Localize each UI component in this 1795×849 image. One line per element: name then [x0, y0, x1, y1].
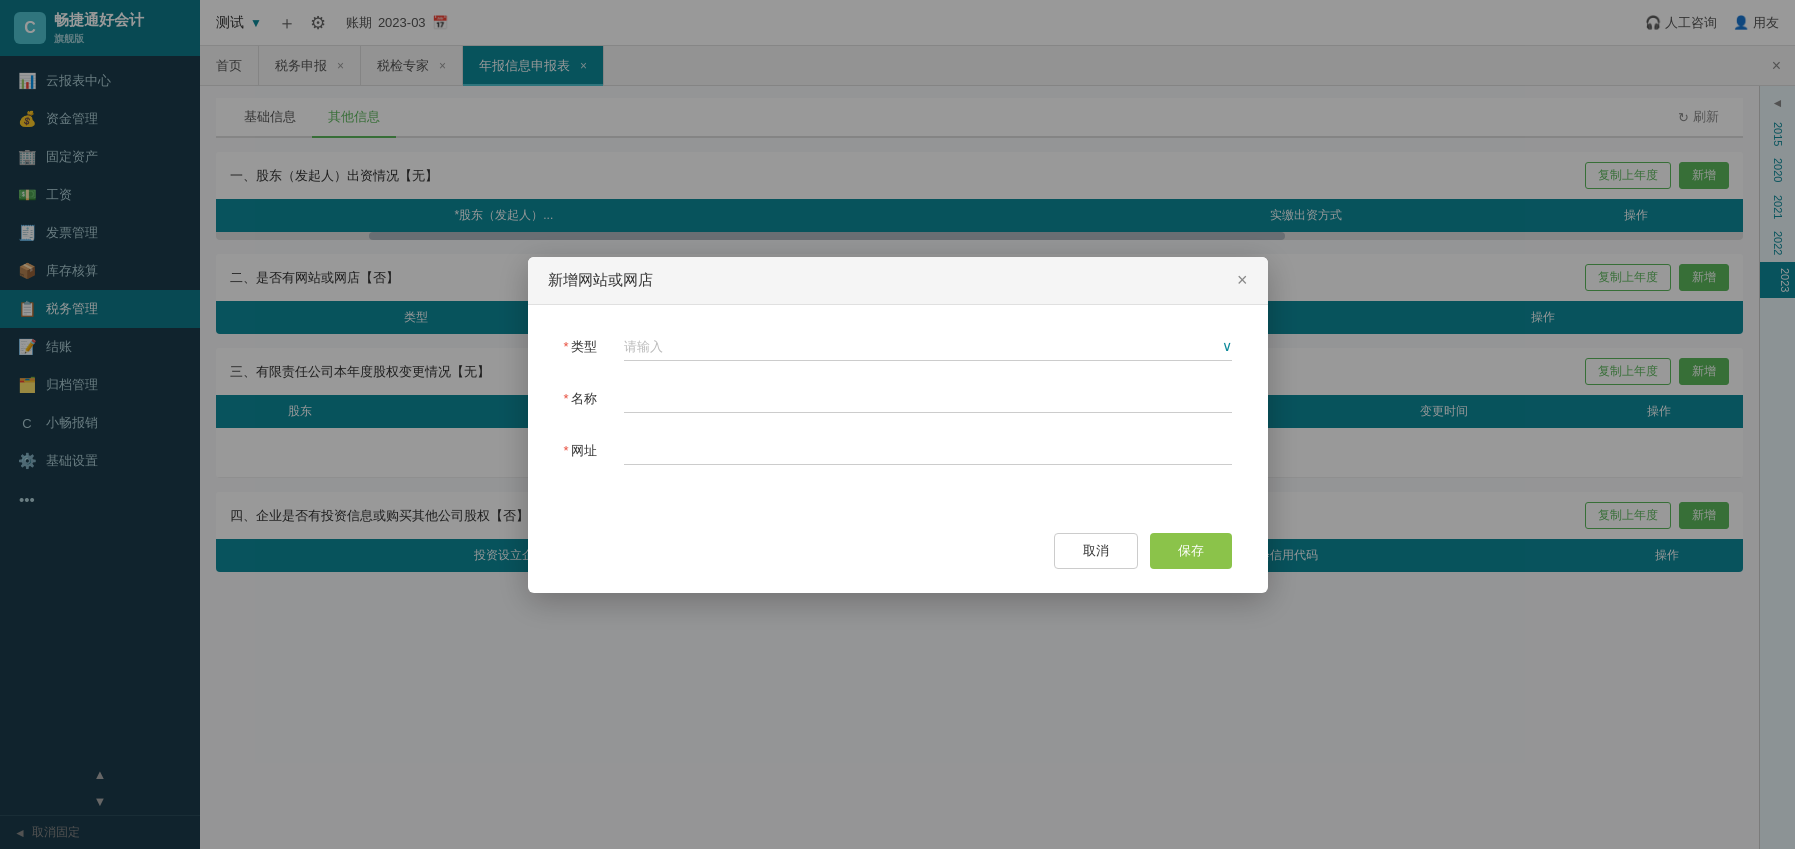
- url-input[interactable]: [624, 437, 1232, 464]
- dialog-footer: 取消 保存: [528, 517, 1268, 593]
- type-input-wrap: ∨: [624, 333, 1232, 361]
- dialog-overlay: 新增网站或网店 × *类型 ∨ *名称: [0, 0, 1795, 849]
- dialog-header: 新增网站或网店 ×: [528, 257, 1268, 305]
- name-label-text: 名称: [571, 391, 597, 406]
- name-input-wrap: [624, 385, 1232, 413]
- type-input[interactable]: [624, 333, 1232, 360]
- form-field-name: *名称: [564, 385, 1232, 413]
- form-field-type: *类型 ∨: [564, 333, 1232, 361]
- save-button[interactable]: 保存: [1150, 533, 1232, 569]
- dialog-close-btn[interactable]: ×: [1237, 271, 1248, 289]
- name-input[interactable]: [624, 385, 1232, 412]
- form-label-url: *网址: [564, 442, 624, 460]
- cancel-button[interactable]: 取消: [1054, 533, 1138, 569]
- url-input-wrap: [624, 437, 1232, 465]
- dialog-add-website: 新增网站或网店 × *类型 ∨ *名称: [528, 257, 1268, 593]
- url-label-text: 网址: [571, 443, 597, 458]
- form-field-url: *网址: [564, 437, 1232, 465]
- form-label-type: *类型: [564, 338, 624, 356]
- dialog-title: 新增网站或网店: [548, 271, 653, 290]
- dialog-body: *类型 ∨ *名称 *网址: [528, 305, 1268, 517]
- type-label-text: 类型: [571, 339, 597, 354]
- form-label-name: *名称: [564, 390, 624, 408]
- type-dropdown-icon[interactable]: ∨: [1222, 338, 1232, 354]
